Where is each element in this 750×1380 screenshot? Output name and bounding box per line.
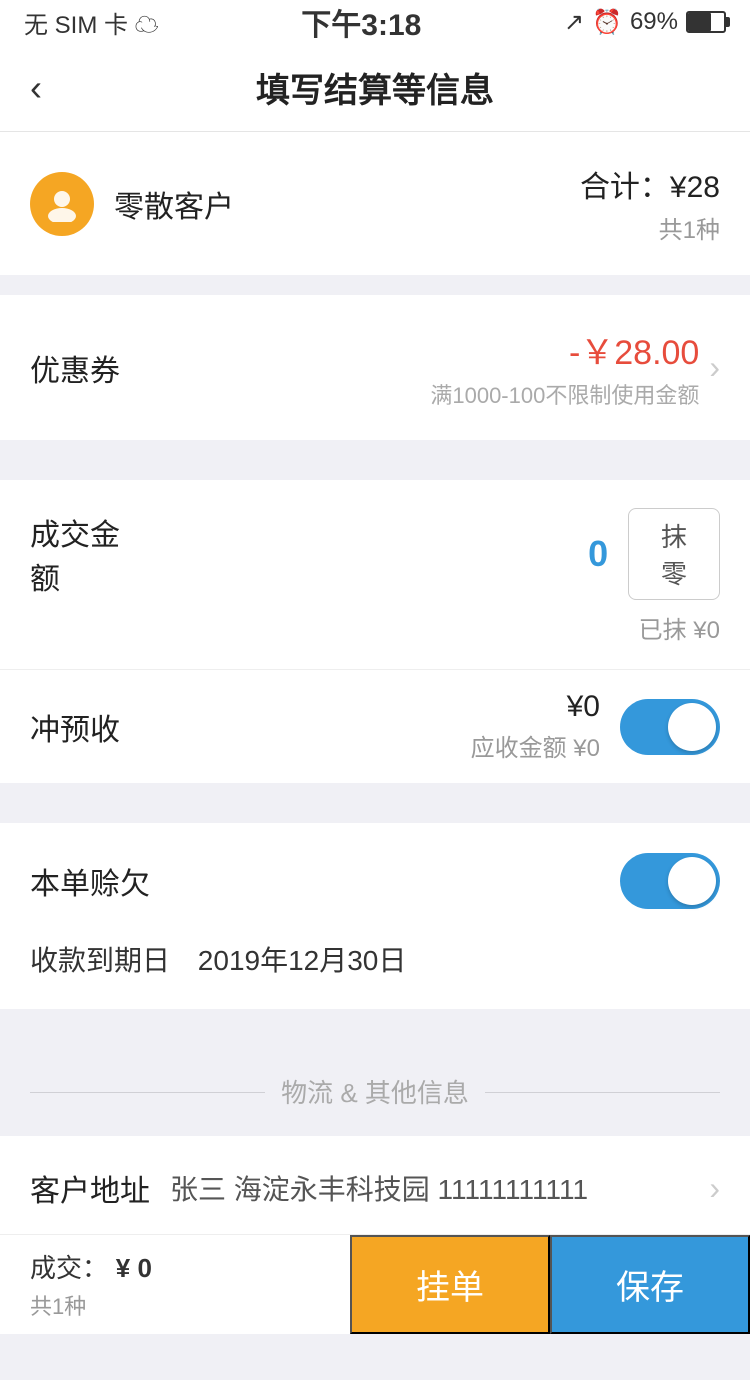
- logistics-section: 物流 & 其他信息: [0, 1049, 750, 1134]
- customer-total: 合计：¥28 共1种: [580, 162, 720, 245]
- deal-amount-row: 成交金额 抹零: [0, 480, 750, 610]
- due-date-label: 收款到期日: [30, 945, 170, 976]
- status-right: ↗ ⏰ 69%: [564, 8, 726, 37]
- deal-amount-label: 成交金额: [30, 510, 146, 598]
- coupon-section: 优惠券 -￥28.00 满1000-100不限制使用金额 ›: [0, 295, 750, 440]
- advance-toggle[interactable]: [620, 699, 720, 755]
- debit-toggle-knob: [668, 857, 716, 905]
- status-left: 无 SIM 卡 ☁: [24, 5, 159, 40]
- customer-avatar: [30, 172, 94, 236]
- advance-amount-block: ¥0 应收金额 ¥0: [471, 690, 600, 763]
- main-content: 零散客户 合计：¥28 共1种 优惠券 -￥28.00 满1000-100不限制…: [0, 132, 750, 1380]
- battery-label: 69%: [630, 8, 678, 36]
- advance-toggle-knob: [668, 703, 716, 751]
- deal-amount-input[interactable]: [146, 533, 608, 575]
- no-sim-label: 无 SIM 卡 ☁: [24, 5, 159, 40]
- coupon-row[interactable]: 优惠券 -￥28.00 满1000-100不限制使用金额 ›: [0, 295, 750, 440]
- bottom-deal-label-row: 成交： ¥ 0: [30, 1248, 320, 1285]
- total-amount: 合计：¥28: [580, 162, 720, 206]
- coupon-chevron-icon: ›: [709, 349, 720, 386]
- coupon-amount: -￥28.00: [430, 325, 699, 374]
- advance-receivable: 应收金额 ¥0: [471, 728, 600, 763]
- bottom-deal-count: 共1种: [30, 1289, 320, 1321]
- deal-amount-right: 抹零: [146, 508, 720, 600]
- coupon-desc: 满1000-100不限制使用金额: [430, 378, 699, 410]
- address-label: 客户地址: [30, 1166, 150, 1210]
- advance-row: 冲预收 ¥0 应收金额 ¥0: [0, 669, 750, 783]
- bottom-deal-label: 成交：: [30, 1253, 108, 1283]
- round-zero-button[interactable]: 抹零: [628, 508, 720, 600]
- section-gap-1: [0, 460, 750, 480]
- already-rounded-label: 已抹 ¥0: [0, 610, 750, 669]
- debit-section: 本单赊欠 收款到期日 2019年12月30日: [0, 823, 750, 1009]
- customer-row: 零散客户 合计：¥28 共1种: [0, 132, 750, 275]
- bottom-bar: 成交： ¥ 0 共1种 挂单 保存: [0, 1234, 750, 1334]
- status-time: 下午3:18: [301, 0, 421, 44]
- customer-name: 零散客户: [114, 182, 234, 226]
- status-bar: 无 SIM 卡 ☁ 下午3:18 ↗ ⏰ 69%: [0, 0, 750, 44]
- section-gap-2: [0, 803, 750, 823]
- section-gap-3: [0, 1029, 750, 1049]
- address-chevron-icon: ›: [709, 1170, 720, 1207]
- customer-left: 零散客户: [30, 172, 234, 236]
- location-icon: ↗: [564, 8, 584, 37]
- advance-amount: ¥0: [471, 690, 600, 724]
- advance-right: ¥0 应收金额 ¥0: [471, 690, 720, 763]
- battery-icon: [686, 11, 726, 33]
- debit-row: 本单赊欠: [0, 823, 750, 939]
- alarm-icon: ⏰: [592, 8, 622, 37]
- address-section[interactable]: 客户地址 张三 海淀永丰科技园 11111111111 ›: [0, 1136, 750, 1240]
- bottom-deal-info: 成交： ¥ 0 共1种: [0, 1235, 350, 1334]
- due-date-value: 2019年12月30日: [198, 945, 407, 976]
- total-count: 共1种: [580, 210, 720, 245]
- debit-label: 本单赊欠: [30, 859, 150, 903]
- coupon-label: 优惠券: [30, 346, 120, 390]
- save-button[interactable]: 保存: [550, 1235, 750, 1334]
- coupon-right: -￥28.00 满1000-100不限制使用金额 ›: [430, 325, 720, 410]
- coupon-value-block: -￥28.00 满1000-100不限制使用金额: [430, 325, 699, 410]
- hold-button[interactable]: 挂单: [350, 1235, 550, 1334]
- address-value: 张三 海淀永丰科技园 11111111111: [170, 1168, 709, 1208]
- customer-section: 零散客户 合计：¥28 共1种: [0, 132, 750, 275]
- bottom-deal-amount: ¥ 0: [116, 1253, 152, 1283]
- logistics-label: 物流 & 其他信息: [265, 1073, 485, 1110]
- debit-toggle[interactable]: [620, 853, 720, 909]
- due-date-row: 收款到期日 2019年12月30日: [0, 939, 750, 1009]
- nav-bar: ‹ 填写结算等信息: [0, 44, 750, 132]
- advance-label: 冲预收: [30, 705, 120, 749]
- deal-advance-section: 成交金额 抹零 已抹 ¥0 冲预收 ¥0 应收金额 ¥0: [0, 480, 750, 783]
- back-button[interactable]: ‹: [30, 67, 90, 109]
- page-title: 填写结算等信息: [256, 63, 494, 112]
